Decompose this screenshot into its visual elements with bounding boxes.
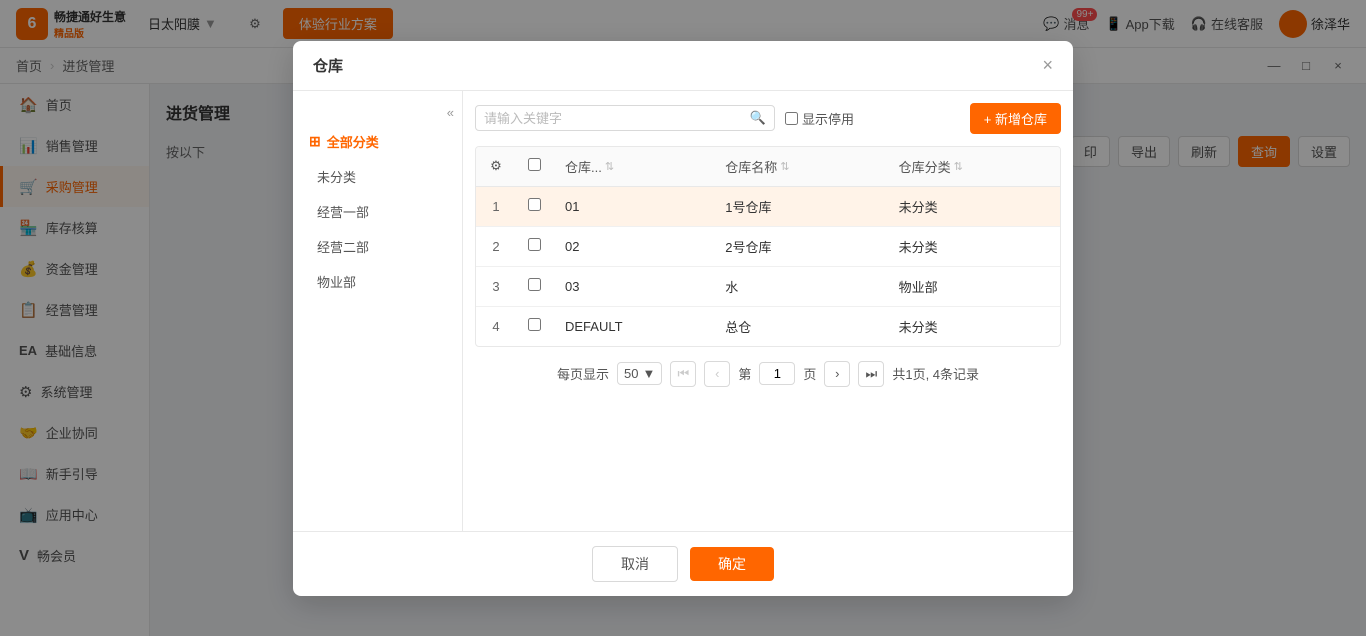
show-disabled-input[interactable] (785, 112, 798, 125)
dialog-overlay: 仓库 × « ⊞ 全部分类 未分类 经营一部 经营二部 物业部 (0, 0, 1366, 636)
category-item-ops2[interactable]: 经营二部 (293, 229, 462, 264)
page-label: 第 (738, 364, 751, 383)
table-body: 1 01 1号仓库 未分类 2 02 2号仓库 未分类 3 03 水 物业部 4 (476, 186, 1060, 346)
table-row[interactable]: 1 01 1号仓库 未分类 (476, 186, 1060, 226)
row-checkbox[interactable] (528, 318, 541, 331)
dialog-footer: 取消 确定 (293, 531, 1073, 596)
warehouse-dialog: 仓库 × « ⊞ 全部分类 未分类 经营一部 经营二部 物业部 (293, 41, 1073, 596)
collapse-icon: « (447, 105, 454, 120)
page-next-btn[interactable]: › (824, 361, 850, 387)
row-name: 水 (713, 266, 886, 306)
dialog-header: 仓库 × (293, 41, 1073, 91)
th-name: 仓库名称 ⇅ (713, 147, 886, 187)
cancel-btn[interactable]: 取消 (592, 546, 678, 582)
pagination: 每页显示 50 ▼ ⏮ ‹ 第 页 › ⏭ 共1页, 4条记录 (475, 347, 1061, 401)
page-input[interactable] (759, 362, 795, 385)
left-panel-toggle[interactable]: « (293, 101, 462, 124)
row-category: 未分类 (887, 186, 1060, 226)
page-first-btn[interactable]: ⏮ (670, 361, 696, 387)
sort-icon-category: ⇅ (954, 160, 963, 173)
all-categories-item[interactable]: ⊞ 全部分类 (293, 124, 462, 159)
row-code: 01 (553, 186, 713, 226)
row-num: 4 (476, 306, 516, 346)
per-page-label: 每页显示 (557, 364, 609, 383)
row-name: 2号仓库 (713, 226, 886, 266)
row-checkbox-cell[interactable] (516, 186, 553, 226)
add-warehouse-btn[interactable]: + 新增仓库 (970, 103, 1061, 134)
row-category: 未分类 (887, 226, 1060, 266)
sort-icon-code: ⇅ (605, 160, 614, 173)
right-panel: 🔍 显示停用 + 新增仓库 ⚙ (463, 91, 1073, 531)
row-checkbox[interactable] (528, 198, 541, 211)
category-list: 未分类 经营一部 经营二部 物业部 (293, 159, 462, 299)
page-suffix: 页 (803, 364, 816, 383)
th-code: 仓库... ⇅ (553, 147, 713, 187)
row-checkbox[interactable] (528, 238, 541, 251)
page-last-btn[interactable]: ⏭ (858, 361, 884, 387)
total-info: 共1页, 4条记录 (892, 364, 979, 383)
th-checkbox (516, 147, 553, 187)
search-input[interactable] (484, 111, 744, 126)
row-code: 02 (553, 226, 713, 266)
row-num: 2 (476, 226, 516, 266)
th-category: 仓库分类 ⇅ (887, 147, 1060, 187)
th-name-label: 仓库名称 (725, 157, 777, 176)
row-name: 总仓 (713, 306, 886, 346)
category-item-unclassified[interactable]: 未分类 (293, 159, 462, 194)
row-checkbox-cell[interactable] (516, 266, 553, 306)
row-code: 03 (553, 266, 713, 306)
grid-icon: ⊞ (309, 133, 321, 150)
warehouse-table: ⚙ 仓库... ⇅ (475, 146, 1061, 347)
th-code-label: 仓库... (565, 157, 602, 176)
table-row[interactable]: 2 02 2号仓库 未分类 (476, 226, 1060, 266)
table-row[interactable]: 4 DEFAULT 总仓 未分类 (476, 306, 1060, 346)
th-settings: ⚙ (476, 147, 516, 187)
row-num: 3 (476, 266, 516, 306)
show-disabled-checkbox[interactable]: 显示停用 (785, 109, 854, 128)
row-category: 物业部 (887, 266, 1060, 306)
search-box[interactable]: 🔍 (475, 105, 775, 131)
category-item-property[interactable]: 物业部 (293, 264, 462, 299)
left-panel: « ⊞ 全部分类 未分类 经营一部 经营二部 物业部 (293, 91, 463, 531)
category-item-ops1[interactable]: 经营一部 (293, 194, 462, 229)
table-header-row: ⚙ 仓库... ⇅ (476, 147, 1060, 187)
right-toolbar: 🔍 显示停用 + 新增仓库 (475, 103, 1061, 134)
row-code: DEFAULT (553, 306, 713, 346)
per-page-chevron: ▼ (642, 366, 655, 381)
dialog-title: 仓库 (313, 55, 343, 76)
table-row[interactable]: 3 03 水 物业部 (476, 266, 1060, 306)
page-prev-btn[interactable]: ‹ (704, 361, 730, 387)
search-icon[interactable]: 🔍 (750, 110, 766, 126)
row-category: 未分类 (887, 306, 1060, 346)
sort-icon-name: ⇅ (780, 160, 789, 173)
confirm-btn[interactable]: 确定 (690, 547, 774, 581)
th-category-label: 仓库分类 (899, 157, 951, 176)
select-all-checkbox[interactable] (528, 158, 541, 171)
row-checkbox-cell[interactable] (516, 306, 553, 346)
dialog-body: « ⊞ 全部分类 未分类 经营一部 经营二部 物业部 (293, 91, 1073, 531)
per-page-select[interactable]: 50 ▼ (617, 362, 662, 385)
row-checkbox-cell[interactable] (516, 226, 553, 266)
row-num: 1 (476, 186, 516, 226)
dialog-close-btn[interactable]: × (1042, 55, 1053, 76)
all-categories-label: 全部分类 (327, 132, 379, 151)
show-disabled-label: 显示停用 (802, 109, 854, 128)
row-name: 1号仓库 (713, 186, 886, 226)
row-checkbox[interactable] (528, 278, 541, 291)
per-page-value: 50 (624, 366, 638, 381)
